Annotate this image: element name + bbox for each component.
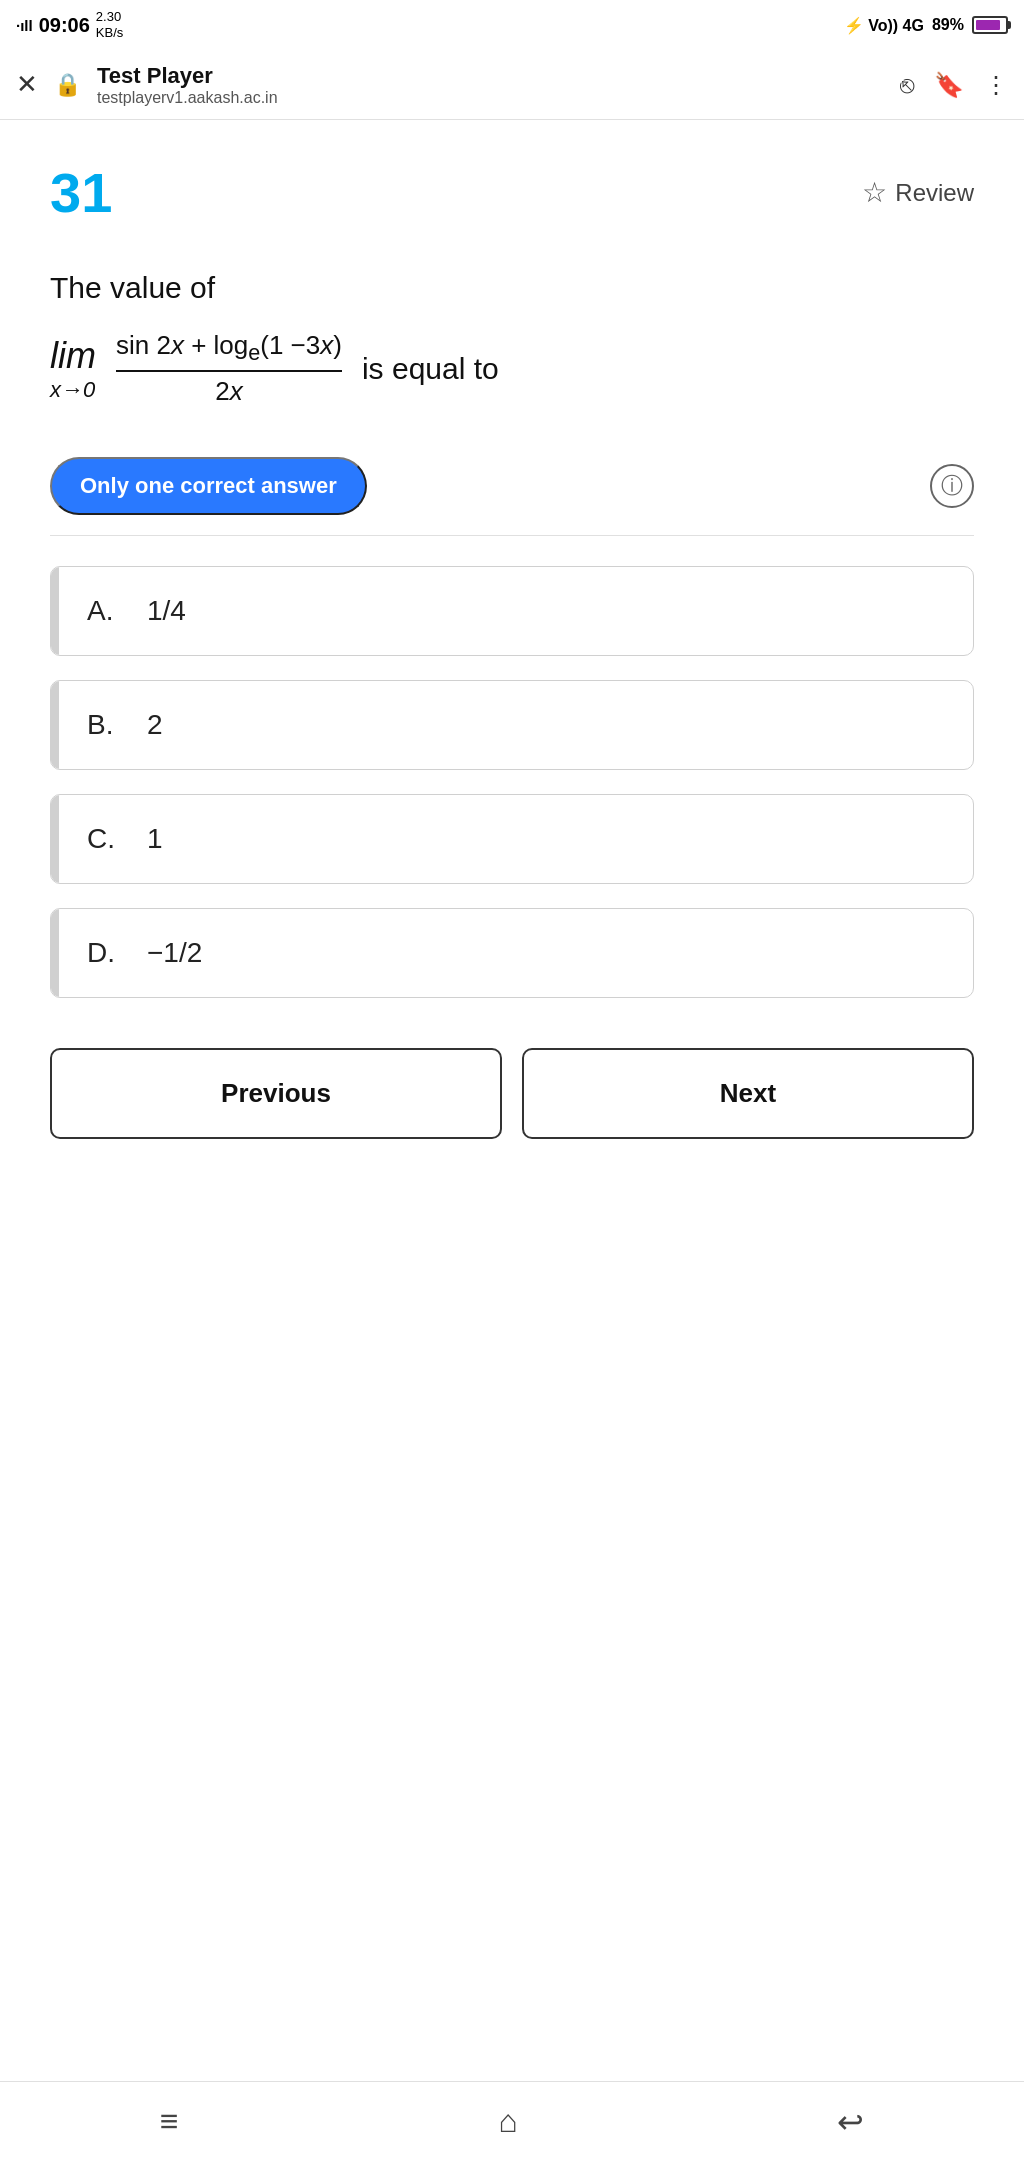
signal-icon: ·ıll (16, 17, 33, 34)
option-c-label: C. (87, 823, 123, 855)
answer-type-row: Only one correct answer ⓘ (50, 457, 974, 515)
option-b[interactable]: B. 2 (50, 680, 974, 770)
numerator: sin 2x + loge(1 −3x) (116, 330, 342, 372)
option-d-label: D. (87, 937, 123, 969)
option-d-content: D. −1/2 (59, 909, 973, 997)
review-label: Review (895, 179, 974, 207)
denominator: 2x (215, 372, 242, 407)
lim-subscript: x→0 (50, 377, 95, 403)
option-c-bar (51, 795, 59, 883)
option-a-content: A. 1/4 (59, 567, 973, 655)
info-icon[interactable]: ⓘ (930, 464, 974, 508)
equal-text: is equal to (362, 352, 499, 386)
star-icon: ☆ (862, 176, 887, 209)
browser-actions: ⎋ 🔖 ⋮ (900, 71, 1008, 99)
status-time: 09:06 (39, 14, 90, 37)
status-speed: 2.30KB/s (96, 9, 123, 40)
close-icon[interactable]: ✕ (16, 69, 38, 100)
option-d-bar (51, 909, 59, 997)
status-right: ⚡ Vo)) 4G 89% (844, 16, 1008, 35)
lim-block: lim x→0 (50, 335, 96, 403)
answer-type-badge[interactable]: Only one correct answer (50, 457, 367, 515)
bottom-spacer (50, 1179, 974, 1279)
network-icons: ⚡ Vo)) 4G (844, 16, 924, 35)
option-d[interactable]: D. −1/2 (50, 908, 974, 998)
option-c[interactable]: C. 1 (50, 794, 974, 884)
back-icon[interactable]: ↩ (837, 2103, 864, 2141)
options-list: A. 1/4 B. 2 C. 1 D. −1/2 (50, 566, 974, 998)
option-a-label: A. (87, 595, 123, 627)
previous-button[interactable]: Previous (50, 1048, 502, 1139)
browser-title: Test Player testplayerv1.aakash.ac.in (97, 63, 884, 107)
math-expression: lim x→0 sin 2x + loge(1 −3x) 2x is equal… (50, 330, 974, 407)
divider (50, 535, 974, 536)
next-button[interactable]: Next (522, 1048, 974, 1139)
question-text: The value of (50, 265, 974, 310)
option-b-content: B. 2 (59, 681, 973, 769)
question-body: The value of lim x→0 sin 2x + loge(1 −3x… (50, 265, 974, 407)
status-left: ·ıll 09:06 2.30KB/s (16, 9, 123, 40)
lock-icon: 🔒 (54, 72, 81, 98)
share-icon[interactable]: ⎋ (900, 71, 914, 99)
option-c-content: C. 1 (59, 795, 973, 883)
more-options-icon[interactable]: ⋮ (984, 71, 1008, 99)
option-b-label: B. (87, 709, 123, 741)
bookmark-icon[interactable]: 🔖 (934, 71, 964, 99)
option-a[interactable]: A. 1/4 (50, 566, 974, 656)
battery-bar (972, 16, 1008, 34)
option-a-bar (51, 567, 59, 655)
question-number: 31 (50, 160, 112, 225)
option-b-value: 2 (147, 709, 163, 741)
option-c-value: 1 (147, 823, 163, 855)
bottom-nav: ≡ ⌂ ↩ (0, 2081, 1024, 2161)
browser-url: testplayerv1.aakash.ac.in (97, 89, 278, 106)
lim-text: lim (50, 335, 96, 377)
option-a-value: 1/4 (147, 595, 186, 627)
menu-icon[interactable]: ≡ (160, 2103, 179, 2140)
nav-buttons: Previous Next (50, 1048, 974, 1139)
fraction: sin 2x + loge(1 −3x) 2x (116, 330, 342, 407)
battery-percent: 89% (932, 16, 964, 34)
question-header: 31 ☆ Review (50, 160, 974, 225)
review-button[interactable]: ☆ Review (862, 176, 974, 209)
battery-fill (976, 20, 1000, 30)
option-d-value: −1/2 (147, 937, 202, 969)
status-bar: ·ıll 09:06 2.30KB/s ⚡ Vo)) 4G 89% (0, 0, 1024, 50)
home-icon[interactable]: ⌂ (498, 2103, 517, 2140)
main-content: 31 ☆ Review The value of lim x→0 sin 2x … (0, 120, 1024, 1319)
option-b-bar (51, 681, 59, 769)
browser-title-text: Test Player (97, 63, 884, 89)
browser-bar: ✕ 🔒 Test Player testplayerv1.aakash.ac.i… (0, 50, 1024, 120)
